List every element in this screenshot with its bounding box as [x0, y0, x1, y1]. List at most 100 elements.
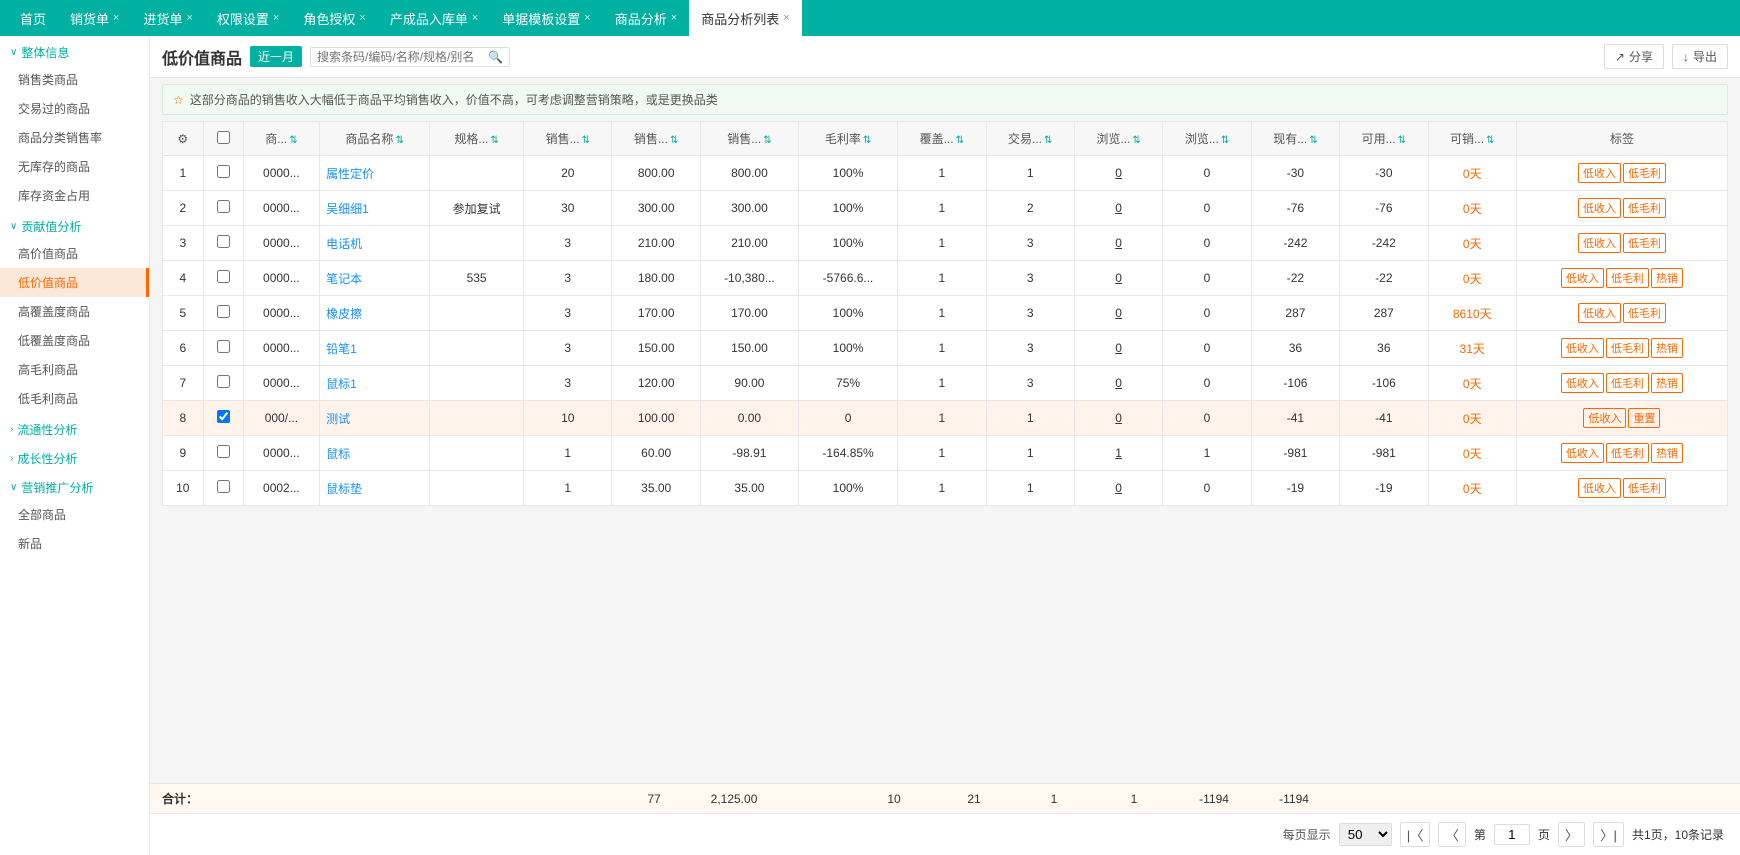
cell-checkbox[interactable] [203, 226, 243, 261]
prev-page-button[interactable]: 〈 [1438, 822, 1465, 847]
nav-permissions[interactable]: 权限设置 × [205, 0, 291, 36]
cell-views1[interactable]: 0 [1074, 401, 1162, 436]
sort-icon[interactable]: ⇅ [1044, 135, 1052, 146]
first-page-button[interactable]: |〈 [1400, 822, 1431, 847]
cell-name[interactable]: 鼠标 [320, 436, 430, 471]
views1-link[interactable]: 0 [1115, 481, 1122, 495]
sidebar-item-high-margin[interactable]: 高毛利商品 [0, 355, 149, 384]
cell-name[interactable]: 笔记本 [320, 261, 430, 296]
cell-views1[interactable]: 1 [1074, 436, 1162, 471]
sort-icon[interactable]: ⇅ [763, 135, 771, 146]
nav-sales-order[interactable]: 销货单 × [58, 0, 131, 36]
close-icon[interactable]: × [186, 12, 192, 24]
cell-checkbox[interactable] [203, 191, 243, 226]
sidebar-item-no-stock[interactable]: 无库存的商品 [0, 152, 149, 181]
search-icon[interactable]: 🔍 [488, 50, 503, 64]
close-icon[interactable]: × [671, 12, 677, 24]
select-all-checkbox[interactable] [217, 131, 230, 144]
sidebar-section-overview[interactable]: ∨ 整体信息 [0, 36, 149, 65]
sort-icon[interactable]: ⇅ [956, 135, 964, 146]
close-icon[interactable]: × [113, 12, 119, 24]
sort-icon[interactable]: ⇅ [582, 135, 590, 146]
period-button[interactable]: 近一月 [250, 46, 302, 67]
row-checkbox[interactable] [217, 270, 230, 283]
gear-icon[interactable]: ⚙ [177, 132, 188, 146]
row-checkbox[interactable] [217, 305, 230, 318]
views1-link[interactable]: 1 [1115, 446, 1122, 460]
sidebar-section-growth[interactable]: › 成长性分析 [0, 442, 149, 471]
cell-name[interactable]: 测试 [320, 401, 430, 436]
close-icon[interactable]: × [472, 12, 478, 24]
row-checkbox[interactable] [217, 200, 230, 213]
sidebar-item-low-coverage[interactable]: 低覆盖度商品 [0, 326, 149, 355]
export-button[interactable]: ↓ 导出 [1672, 44, 1728, 69]
cell-views1[interactable]: 0 [1074, 331, 1162, 366]
cell-checkbox[interactable] [203, 436, 243, 471]
cell-views1[interactable]: 0 [1074, 296, 1162, 331]
nav-home[interactable]: 首页 [8, 0, 58, 36]
nav-template-settings[interactable]: 单据模板设置 × [490, 0, 602, 36]
column-checkbox[interactable] [203, 122, 243, 156]
sort-icon[interactable]: ⇅ [289, 135, 297, 146]
cell-checkbox[interactable] [203, 401, 243, 436]
nav-role-auth[interactable]: 角色授权 × [291, 0, 377, 36]
sidebar-item-new-products[interactable]: 新品 [0, 529, 149, 558]
sidebar-section-marketing[interactable]: ∨ 营销推广分析 [0, 471, 149, 500]
cell-name[interactable]: 鼠标1 [320, 366, 430, 401]
sort-icon[interactable]: ⇅ [1309, 135, 1317, 146]
close-icon[interactable]: × [584, 12, 590, 24]
sidebar-item-low-margin[interactable]: 低毛利商品 [0, 384, 149, 413]
per-page-select[interactable]: 50 100 [1339, 823, 1392, 846]
close-icon[interactable]: × [273, 12, 279, 24]
sidebar-item-category-sales-rate[interactable]: 商品分类销售率 [0, 123, 149, 152]
cell-checkbox[interactable] [203, 471, 243, 506]
column-gear[interactable]: ⚙ [163, 122, 204, 156]
sidebar-section-circulation[interactable]: › 流通性分析 [0, 413, 149, 442]
row-checkbox[interactable] [217, 235, 230, 248]
views1-link[interactable]: 0 [1115, 201, 1122, 215]
close-icon[interactable]: × [783, 12, 789, 24]
views1-link[interactable]: 0 [1115, 411, 1122, 425]
last-page-button[interactable]: 〉| [1593, 822, 1624, 847]
row-checkbox[interactable] [217, 375, 230, 388]
sidebar-item-high-coverage[interactable]: 高覆盖度商品 [0, 297, 149, 326]
cell-views1[interactable]: 0 [1074, 156, 1162, 191]
page-input[interactable] [1494, 824, 1530, 845]
sort-icon[interactable]: ⇅ [1132, 135, 1140, 146]
next-page-button[interactable]: 〉 [1558, 822, 1585, 847]
sort-icon[interactable]: ⇅ [670, 135, 678, 146]
cell-views1[interactable]: 0 [1074, 261, 1162, 296]
row-checkbox[interactable] [217, 410, 230, 423]
cell-name[interactable]: 属性定价 [320, 156, 430, 191]
cell-checkbox[interactable] [203, 296, 243, 331]
views1-link[interactable]: 0 [1115, 306, 1122, 320]
cell-name[interactable]: 电话机 [320, 226, 430, 261]
cell-name[interactable]: 铅笔1 [320, 331, 430, 366]
cell-views1[interactable]: 0 [1074, 471, 1162, 506]
search-input[interactable] [317, 50, 488, 64]
sidebar-section-contribution[interactable]: ∨ 贡献值分析 [0, 210, 149, 239]
row-checkbox[interactable] [217, 445, 230, 458]
sidebar-item-low-value[interactable]: 低价值商品 [0, 268, 149, 297]
cell-checkbox[interactable] [203, 261, 243, 296]
row-checkbox[interactable] [217, 165, 230, 178]
sidebar-item-high-value[interactable]: 高价值商品 [0, 239, 149, 268]
cell-checkbox[interactable] [203, 366, 243, 401]
cell-name[interactable]: 橡皮擦 [320, 296, 430, 331]
views1-link[interactable]: 0 [1115, 341, 1122, 355]
nav-product-analysis-list[interactable]: 商品分析列表 × [689, 0, 801, 36]
sidebar-item-sales-products[interactable]: 销售类商品 [0, 65, 149, 94]
sort-icon[interactable]: ⇅ [1398, 135, 1406, 146]
cell-name[interactable]: 吴细细1 [320, 191, 430, 226]
views1-link[interactable]: 0 [1115, 376, 1122, 390]
sort-icon[interactable]: ⇅ [395, 135, 403, 146]
sort-icon[interactable]: ⇅ [1486, 135, 1494, 146]
cell-name[interactable]: 鼠标垫 [320, 471, 430, 506]
share-button[interactable]: ↗ 分享 [1604, 44, 1664, 69]
cell-checkbox[interactable] [203, 331, 243, 366]
sort-icon[interactable]: ⇅ [1221, 135, 1229, 146]
nav-product-inbound[interactable]: 产成品入库单 × [378, 0, 490, 36]
sort-icon[interactable]: ⇅ [490, 135, 498, 146]
views1-link[interactable]: 0 [1115, 166, 1122, 180]
cell-checkbox[interactable] [203, 156, 243, 191]
